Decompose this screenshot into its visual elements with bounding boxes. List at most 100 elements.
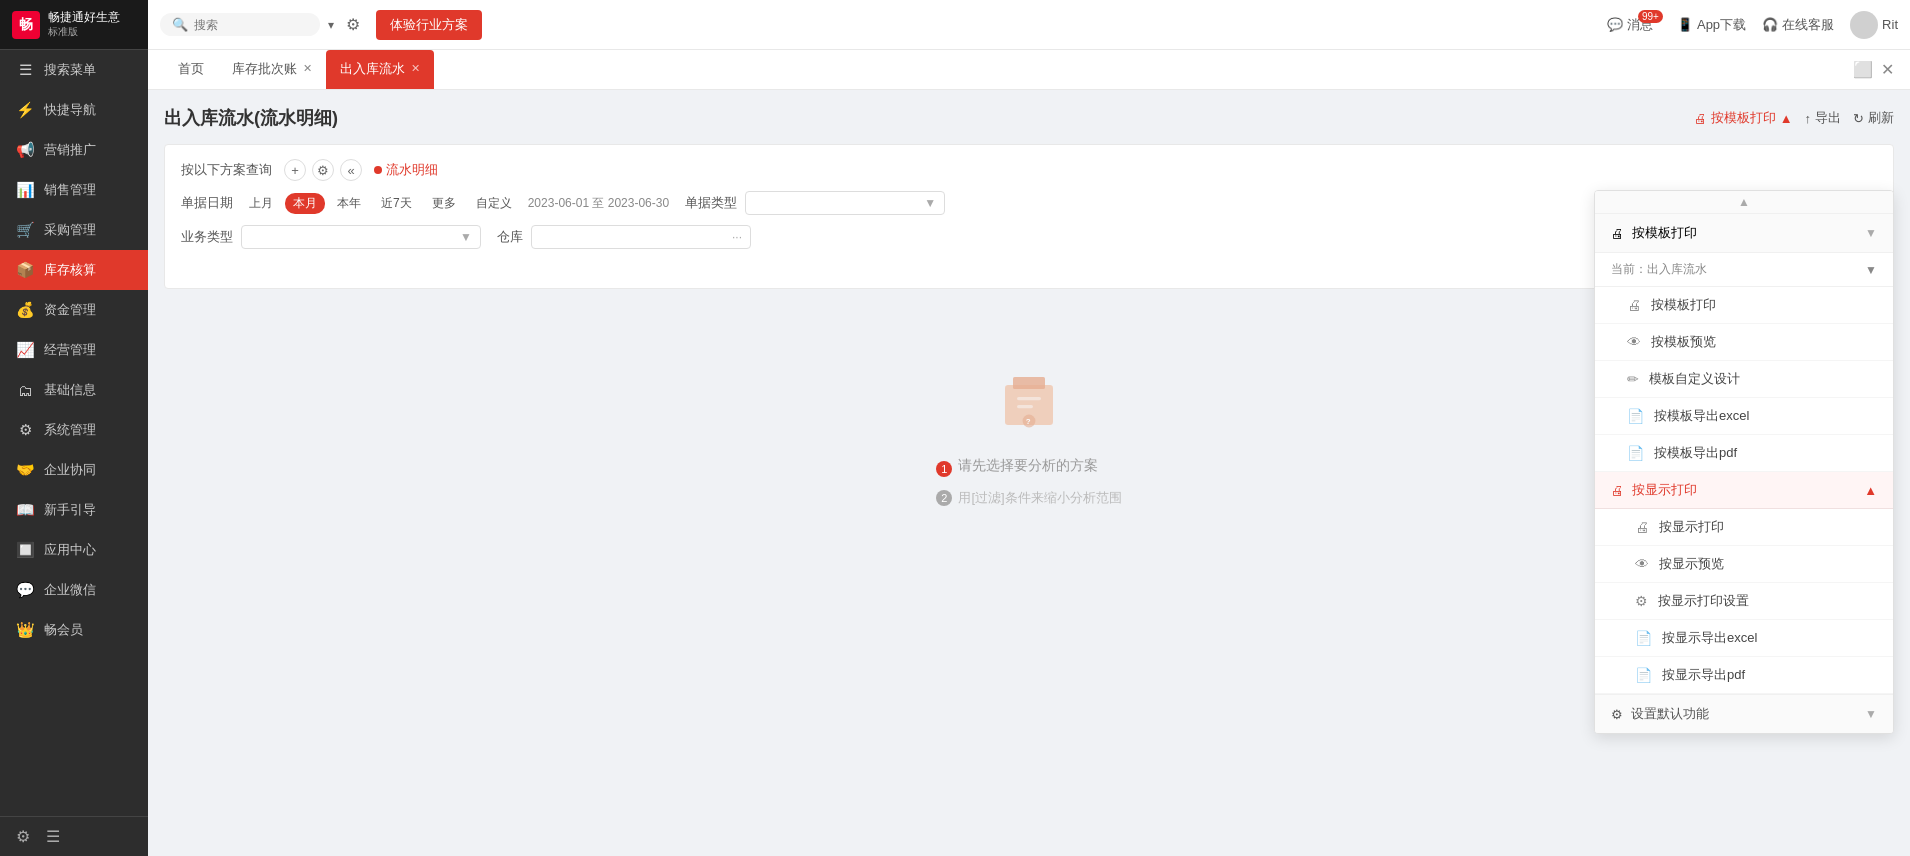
- date-tab-current-month[interactable]: 本月: [285, 193, 325, 214]
- pdf-icon: 📄: [1627, 445, 1644, 461]
- current-label-text: 当前：出入库流水: [1611, 261, 1707, 278]
- search-dropdown-arrow[interactable]: ▾: [328, 18, 334, 32]
- template-print-item-label: 按模板打印: [1651, 296, 1716, 314]
- tab-close-all-icon[interactable]: ✕: [1881, 60, 1894, 79]
- add-filter-btn[interactable]: +: [284, 159, 306, 181]
- sidebar-bottom: ⚙ ☰: [0, 816, 148, 856]
- date-label: 单据日期: [181, 194, 233, 212]
- doc-type-arrow: ▼: [924, 196, 936, 210]
- user-avatar[interactable]: Rit: [1850, 11, 1898, 39]
- empty-text-1: 请先选择要分析的方案: [958, 457, 1098, 475]
- trend-icon: 📈: [16, 341, 34, 359]
- sidebar-item-label: 快捷导航: [44, 101, 96, 119]
- dropdown-item-display-print-settings[interactable]: ⚙ 按显示打印设置: [1595, 583, 1893, 620]
- dropdown-item-template-custom[interactable]: ✏ 模板自定义设计: [1595, 361, 1893, 398]
- settings-bottom-icon[interactable]: ⚙: [16, 827, 30, 846]
- display-print-arrow: ▲: [1864, 483, 1877, 498]
- template-print-section-header[interactable]: 🖨 按模板打印 ▼: [1595, 214, 1893, 253]
- tab-batch-account-label: 库存批次账: [232, 60, 297, 78]
- date-tab-prev-month[interactable]: 上月: [241, 193, 281, 214]
- biz-type-arrow: ▼: [460, 230, 472, 244]
- pdf-icon-2: 📄: [1635, 667, 1652, 683]
- date-tab-last7[interactable]: 近7天: [373, 193, 420, 214]
- topbar-right: 💬 消息 99+ 📱 App下载 🎧 在线客服 Rit: [1607, 11, 1898, 39]
- sidebar-item-search-menu[interactable]: ☰ 搜索菜单: [0, 50, 148, 90]
- tab-flow-close[interactable]: ✕: [411, 62, 420, 75]
- warehouse-dots: ···: [732, 230, 742, 244]
- tab-restore-icon[interactable]: ⬜: [1853, 60, 1873, 79]
- dropdown-item-display-excel[interactable]: 📄 按显示导出excel: [1595, 620, 1893, 657]
- dropdown-item-display-pdf[interactable]: 📄 按显示导出pdf: [1595, 657, 1893, 694]
- avatar-img: [1850, 11, 1878, 39]
- tab-home[interactable]: 首页: [164, 50, 218, 89]
- username: Rit: [1882, 17, 1898, 32]
- dropdown-item-template-preview[interactable]: 👁 按模板预览: [1595, 324, 1893, 361]
- sidebar-item-purchase[interactable]: 🛒 采购管理: [0, 210, 148, 250]
- dropdown-footer[interactable]: ⚙ 设置默认功能 ▼: [1595, 694, 1893, 733]
- excel-icon-2: 📄: [1635, 630, 1652, 646]
- book-icon: 📖: [16, 501, 34, 519]
- filter-bar: 按以下方案查询 + ⚙ « 流水明细: [181, 159, 1877, 181]
- online-service-btn[interactable]: 🎧 在线客服: [1762, 16, 1834, 34]
- warehouse-input[interactable]: ···: [531, 225, 751, 249]
- search-box[interactable]: 🔍: [160, 13, 320, 36]
- industry-btn[interactable]: 体验行业方案: [376, 10, 482, 40]
- sidebar-item-collab[interactable]: 🤝 企业协同: [0, 450, 148, 490]
- message-badge: 99+: [1638, 10, 1663, 23]
- display-print-section-header[interactable]: 🖨 按显示打印 ▲: [1595, 472, 1893, 509]
- collapse-icon[interactable]: ☰: [46, 827, 60, 846]
- dropdown-item-template-pdf[interactable]: 📄 按模板导出pdf: [1595, 435, 1893, 472]
- date-range-text: 2023-06-01 至 2023-06-30: [528, 195, 669, 212]
- warehouse-field: 仓库 ···: [497, 225, 751, 249]
- display-excel-label: 按显示导出excel: [1662, 629, 1757, 647]
- dropdown-item-display-preview[interactable]: 👁 按显示预览: [1595, 546, 1893, 583]
- date-tab-more[interactable]: 更多: [424, 193, 464, 214]
- tab-batch-account-close[interactable]: ✕: [303, 62, 312, 75]
- sidebar-item-inventory[interactable]: 📦 库存核算: [0, 250, 148, 290]
- search-input[interactable]: [194, 18, 294, 32]
- sidebar-item-system[interactable]: ⚙ 系统管理: [0, 410, 148, 450]
- date-filter-field: 单据日期 上月 本月 本年 近7天 更多 自定义 2023-06-01 至 20…: [181, 193, 669, 214]
- sidebar-item-guide[interactable]: 📖 新手引导: [0, 490, 148, 530]
- dropdown-item-display-print[interactable]: 🖨 按显示打印: [1595, 509, 1893, 546]
- tab-flow[interactable]: 出入库流水 ✕: [326, 50, 434, 89]
- edit-icon: ✏: [1627, 371, 1639, 387]
- dropdown-item-template-print[interactable]: 🖨 按模板打印: [1595, 287, 1893, 324]
- dropdown-footer-left: ⚙ 设置默认功能: [1611, 705, 1709, 723]
- display-pdf-label: 按显示导出pdf: [1662, 666, 1745, 684]
- sidebar-item-member[interactable]: 👑 畅会员: [0, 610, 148, 650]
- logo-icon: 畅: [12, 11, 40, 39]
- settings-icon[interactable]: ⚙: [346, 15, 360, 34]
- template-custom-label: 模板自定义设计: [1649, 370, 1740, 388]
- chart-icon: 📊: [16, 181, 34, 199]
- expand-filter-btn[interactable]: «: [340, 159, 362, 181]
- tabs-actions: ⬜ ✕: [1853, 60, 1894, 79]
- page-title: 出入库流水(流水明细): [164, 106, 338, 130]
- date-tab-custom[interactable]: 自定义: [468, 193, 520, 214]
- sidebar-item-appstore[interactable]: 🔲 应用中心: [0, 530, 148, 570]
- filter-dot: [374, 166, 382, 174]
- sidebar-item-basic[interactable]: 🗂 基础信息: [0, 370, 148, 410]
- sidebar-item-business[interactable]: 📈 经营管理: [0, 330, 148, 370]
- settings-filter-btn[interactable]: ⚙: [312, 159, 334, 181]
- doc-type-select[interactable]: ▼: [745, 191, 945, 215]
- print-template-btn[interactable]: 🖨 按模板打印 ▲: [1694, 109, 1793, 127]
- sidebar-item-label: 库存核算: [44, 261, 96, 279]
- sidebar-item-marketing[interactable]: 📢 营销推广: [0, 130, 148, 170]
- footer-arrow: ▼: [1865, 707, 1877, 721]
- printer-icon-3: 🖨: [1627, 297, 1641, 313]
- tab-batch-account[interactable]: 库存批次账 ✕: [218, 50, 326, 89]
- app-download-btn[interactable]: 📱 App下载: [1677, 16, 1746, 34]
- sidebar-item-finance[interactable]: 💰 资金管理: [0, 290, 148, 330]
- date-tab-current-year[interactable]: 本年: [329, 193, 369, 214]
- export-btn[interactable]: ↑ 导出: [1805, 109, 1842, 127]
- biz-type-select[interactable]: ▼: [241, 225, 481, 249]
- dropdown-item-template-excel[interactable]: 📄 按模板导出excel: [1595, 398, 1893, 435]
- filter-tag-item[interactable]: 流水明细: [374, 161, 438, 179]
- sidebar-item-quick-nav[interactable]: ⚡ 快捷导航: [0, 90, 148, 130]
- sidebar-item-sales[interactable]: 📊 销售管理: [0, 170, 148, 210]
- sidebar-item-wechat[interactable]: 💬 企业微信: [0, 570, 148, 610]
- message-btn[interactable]: 💬 消息 99+: [1607, 16, 1653, 34]
- refresh-btn[interactable]: ↻ 刷新: [1853, 109, 1894, 127]
- scroll-up-arrow[interactable]: ▲: [1595, 191, 1893, 214]
